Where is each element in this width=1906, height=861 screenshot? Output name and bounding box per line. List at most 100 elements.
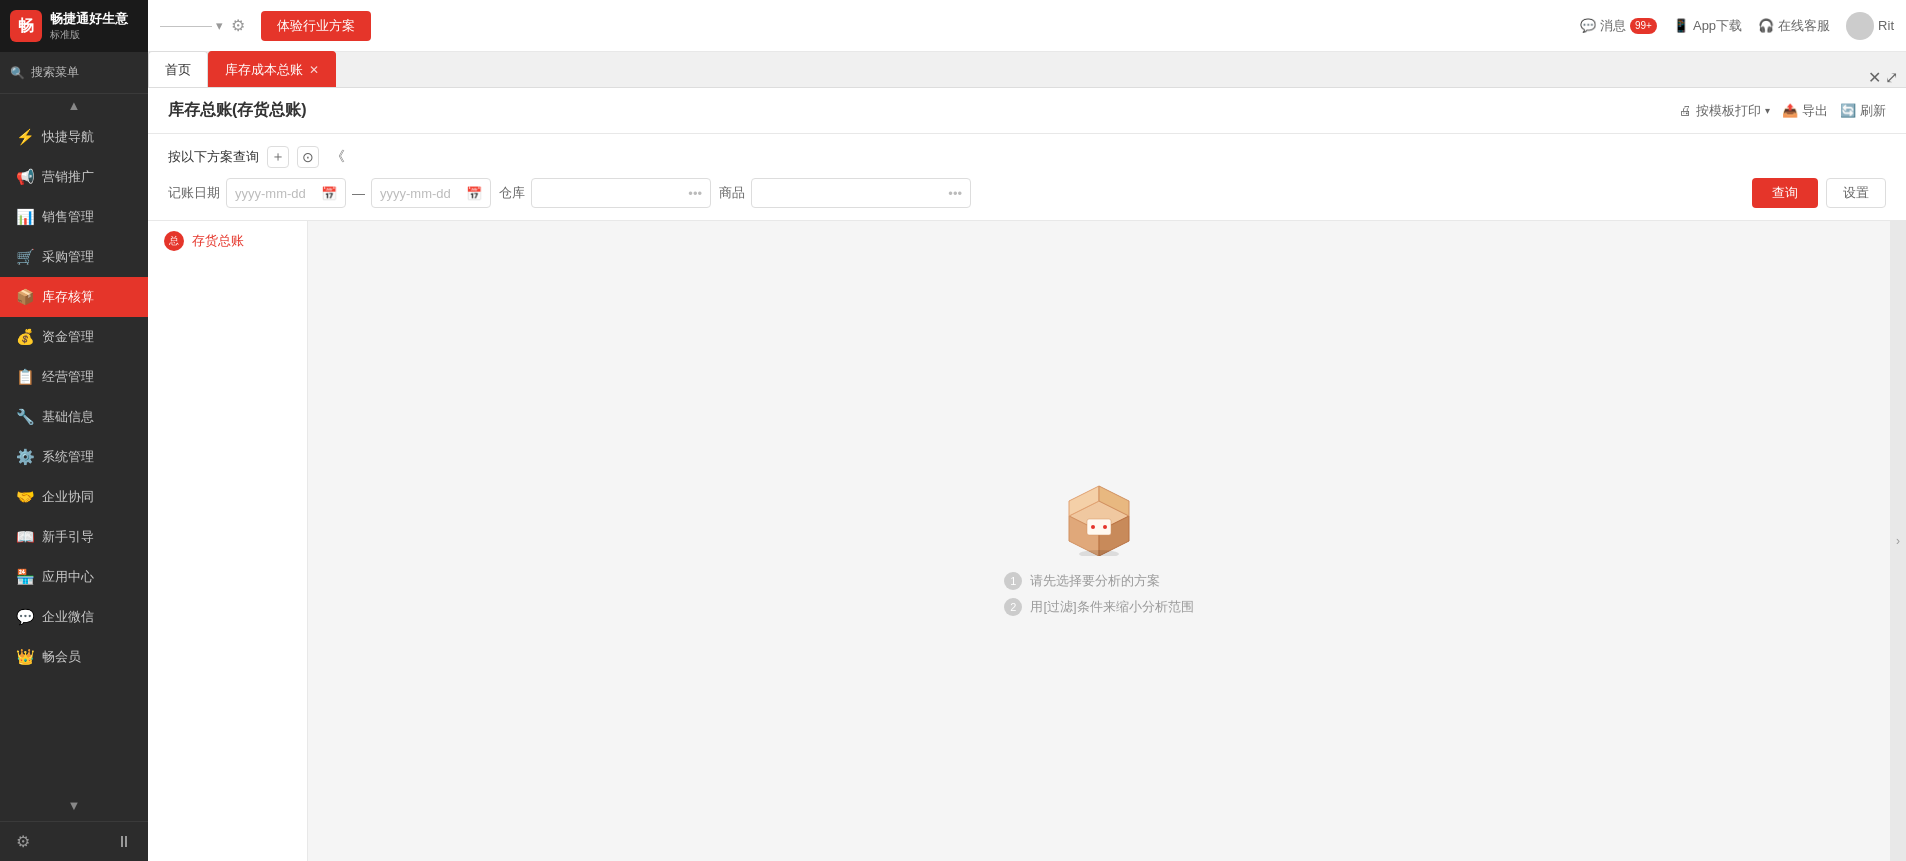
sidebar-bottom: ⚙ ⏸ xyxy=(0,821,148,861)
empty-tips: 1 请先选择要分析的方案 2 用[过滤]条件来缩小分析范围 xyxy=(1004,572,1193,616)
print-dropdown-icon[interactable]: ▾ xyxy=(1765,105,1770,116)
goods-filter-field: 商品 ••• xyxy=(719,178,971,208)
sidebar-item-weixin[interactable]: 💬 企业微信 xyxy=(0,597,148,637)
printer-icon: 🖨 xyxy=(1679,103,1692,118)
stock-ledger-icon: 总 xyxy=(164,231,184,251)
sidebar-item-label: 企业协同 xyxy=(42,488,94,506)
tab-expand-icon[interactable]: ⤢ xyxy=(1885,68,1898,87)
sidebar-item-quick-nav[interactable]: ⚡ 快捷导航 xyxy=(0,117,148,157)
content-area: 总 存货总账 xyxy=(148,221,1906,861)
sidebar-nav: ⚡ 快捷导航 📢 营销推广 📊 销售管理 🛒 采购管理 📦 库存核算 💰 资金管… xyxy=(0,117,148,790)
dropdown-arrow-icon[interactable]: ▾ xyxy=(216,18,223,33)
goods-input[interactable]: ••• xyxy=(751,178,971,208)
settings-bottom-icon[interactable]: ⚙ xyxy=(16,832,30,851)
sidebar-item-apps[interactable]: 🏪 应用中心 xyxy=(0,557,148,597)
scroll-down-btn[interactable]: ▼ xyxy=(68,794,81,817)
filter-settings-btn[interactable]: 设置 xyxy=(1826,178,1886,208)
sidebar-scroll-up: ▲ xyxy=(0,94,148,117)
filter-collapse-btn[interactable]: 《 xyxy=(327,146,349,168)
left-panel-item-stock[interactable]: 总 存货总账 xyxy=(148,221,307,261)
date-label: 记账日期 xyxy=(168,184,220,202)
goods-more-icon[interactable]: ••• xyxy=(948,186,962,201)
empty-tip-2: 2 用[过滤]条件来缩小分析范围 xyxy=(1004,598,1193,616)
scroll-up-btn[interactable]: ▲ xyxy=(68,98,81,113)
sidebar-item-inventory[interactable]: 📦 库存核算 xyxy=(0,277,148,317)
date-start-input[interactable]: yyyy-mm-dd 📅 xyxy=(226,178,346,208)
messages-btn[interactable]: 💬 消息 99+ xyxy=(1580,17,1657,35)
online-service-btn[interactable]: 🎧 在线客服 xyxy=(1758,17,1830,35)
warehouse-filter-field: 仓库 ••• xyxy=(499,178,711,208)
warehouse-label: 仓库 xyxy=(499,184,525,202)
tip-text-2: 用[过滤]条件来缩小分析范围 xyxy=(1030,598,1193,616)
tab-inventory-cost[interactable]: 库存成本总账 ✕ xyxy=(208,51,336,87)
refresh-btn[interactable]: 🔄 刷新 xyxy=(1840,102,1886,120)
left-panel: 总 存货总账 xyxy=(148,221,308,861)
empty-tip-1: 1 请先选择要分析的方案 xyxy=(1004,572,1193,590)
industry-solution-btn[interactable]: 体验行业方案 xyxy=(261,11,371,41)
print-btn[interactable]: 🖨 按模板打印 ▾ xyxy=(1679,102,1770,120)
date-end-input[interactable]: yyyy-mm-dd 📅 xyxy=(371,178,491,208)
date-filter-field: 记账日期 yyyy-mm-dd 📅 — yyyy-mm-dd 📅 xyxy=(168,178,491,208)
member-icon: 👑 xyxy=(16,648,34,666)
date-start-placeholder: yyyy-mm-dd xyxy=(235,186,306,201)
sidebar-item-member[interactable]: 👑 畅会员 xyxy=(0,637,148,677)
right-panel-toggle[interactable]: › xyxy=(1890,221,1906,861)
warehouse-input[interactable]: ••• xyxy=(531,178,711,208)
apps-icon: 🏪 xyxy=(16,568,34,586)
logo-sub: 标准版 xyxy=(50,28,128,41)
tab-home[interactable]: 首页 xyxy=(148,51,208,87)
print-label: 按模板打印 xyxy=(1696,102,1761,120)
search-menu-btn[interactable]: 🔍 搜索菜单 xyxy=(10,60,138,85)
sidebar-item-marketing[interactable]: 📢 营销推广 xyxy=(0,157,148,197)
sidebar-item-label: 库存核算 xyxy=(42,288,94,306)
data-area: 1 请先选择要分析的方案 2 用[过滤]条件来缩小分析范围 xyxy=(308,221,1890,861)
tabbar: 首页 库存成本总账 ✕ ✕ ⤢ xyxy=(148,52,1906,88)
sidebar-item-purchase[interactable]: 🛒 采购管理 xyxy=(0,237,148,277)
export-btn[interactable]: 📤 导出 xyxy=(1782,102,1828,120)
sidebar-item-label: 销售管理 xyxy=(42,208,94,226)
empty-illustration xyxy=(1049,466,1149,556)
app-download-btn[interactable]: 📱 App下载 xyxy=(1673,17,1742,35)
date-end-placeholder: yyyy-mm-dd xyxy=(380,186,451,201)
tip-num-1: 1 xyxy=(1004,572,1022,590)
sidebar-item-basic[interactable]: 🔧 基础信息 xyxy=(0,397,148,437)
calendar-start-icon[interactable]: 📅 xyxy=(321,186,337,201)
topbar: ———— ▾ ⚙ 体验行业方案 💬 消息 99+ 📱 App下载 🎧 在线客服 … xyxy=(148,0,1906,52)
svg-point-6 xyxy=(1091,525,1095,529)
messages-label: 消息 xyxy=(1600,17,1626,35)
user-profile-btn[interactable]: Rit xyxy=(1846,12,1894,40)
filter-more-btn[interactable]: ⊙ xyxy=(297,146,319,168)
sidebar-item-sales[interactable]: 📊 销售管理 xyxy=(0,197,148,237)
audio-bottom-icon[interactable]: ⏸ xyxy=(116,833,132,851)
logo-icon: 畅 xyxy=(10,10,42,42)
sidebar-search[interactable]: 🔍 搜索菜单 xyxy=(0,52,148,94)
search-btn[interactable]: 查询 xyxy=(1752,178,1818,208)
tab-close-icon[interactable]: ✕ xyxy=(309,63,319,77)
cooperation-icon: 🤝 xyxy=(16,488,34,506)
warehouse-more-icon[interactable]: ••• xyxy=(688,186,702,201)
settings-gear-icon[interactable]: ⚙ xyxy=(231,16,245,35)
goods-label: 商品 xyxy=(719,184,745,202)
refresh-label: 刷新 xyxy=(1860,102,1886,120)
search-menu-label: 搜索菜单 xyxy=(31,64,79,81)
page-title: 库存总账(存货总账) xyxy=(168,100,307,121)
sidebar-item-system[interactable]: ⚙️ 系统管理 xyxy=(0,437,148,477)
sidebar-item-cooperation[interactable]: 🤝 企业协同 xyxy=(0,477,148,517)
tip-num-2: 2 xyxy=(1004,598,1022,616)
tab-close-window-icon[interactable]: ✕ xyxy=(1868,68,1881,87)
weixin-icon: 💬 xyxy=(16,608,34,626)
user-avatar xyxy=(1846,12,1874,40)
filter-add-btn[interactable]: ＋ xyxy=(267,146,289,168)
quick-nav-icon: ⚡ xyxy=(16,128,34,146)
refresh-icon: 🔄 xyxy=(1840,103,1856,118)
logo-main: 畅捷通好生意 xyxy=(50,11,128,28)
sidebar-item-finance[interactable]: 💰 资金管理 xyxy=(0,317,148,357)
finance-icon: 💰 xyxy=(16,328,34,346)
headset-icon: 🎧 xyxy=(1758,18,1774,33)
calendar-end-icon[interactable]: 📅 xyxy=(466,186,482,201)
sidebar-item-operations[interactable]: 📋 经营管理 xyxy=(0,357,148,397)
sidebar-item-guide[interactable]: 📖 新手引导 xyxy=(0,517,148,557)
inventory-icon: 📦 xyxy=(16,288,34,306)
svg-point-7 xyxy=(1103,525,1107,529)
sales-icon: 📊 xyxy=(16,208,34,226)
